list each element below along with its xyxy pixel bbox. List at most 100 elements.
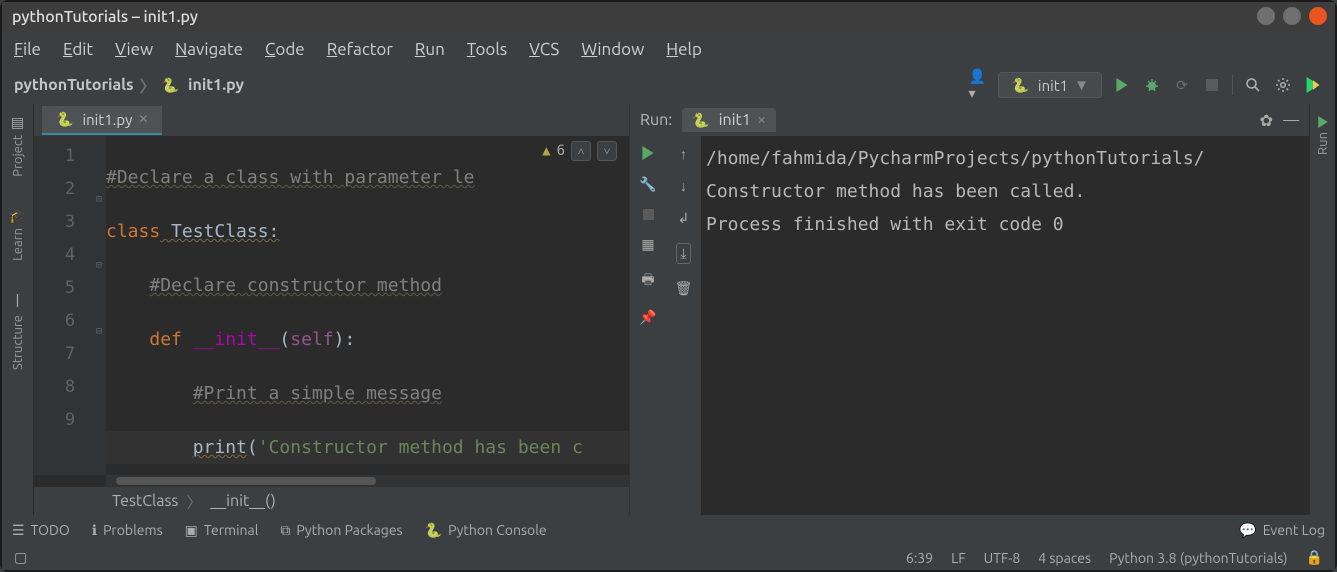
sidebar-item-structure[interactable]: ⼁ Structure	[11, 291, 25, 370]
list-icon: ☰	[12, 522, 25, 539]
menu-run[interactable]: Run	[415, 40, 445, 59]
sidebar-label-structure: Structure	[11, 315, 25, 370]
breadcrumb-file[interactable]: init1.py	[188, 76, 244, 94]
sidebar-item-learn[interactable]: 🎓 Learn	[9, 207, 26, 261]
breadcrumb: pythonTutorials 〉 🐍 init1.py	[14, 73, 244, 97]
run-sidebar-icon[interactable]	[1317, 116, 1329, 128]
tool-eventlog[interactable]: 💬Event Log	[1239, 522, 1325, 539]
soft-wrap-icon[interactable]: ↲	[678, 210, 690, 227]
console-line: Process finished with exit code 0	[706, 208, 1305, 241]
tool-console[interactable]: 🐍Python Console	[425, 522, 547, 539]
run-minimize-icon[interactable]: —	[1283, 111, 1299, 130]
run-header-label: Run:	[640, 111, 672, 129]
editor-tab-init1[interactable]: 🐍 init1.py ✕	[42, 106, 162, 135]
editor-hscroll[interactable]	[106, 475, 629, 487]
menu-edit[interactable]: Edit	[63, 40, 93, 59]
menu-file[interactable]: File	[14, 40, 41, 59]
menu-navigate[interactable]: Navigate	[175, 40, 243, 59]
lock-icon[interactable]: 🔒	[1306, 549, 1323, 566]
status-bar: ▢ 6:39 LF UTF-8 4 spaces Python 3.8 (pyt…	[2, 545, 1335, 570]
scroll-end-icon[interactable]: ⤓	[676, 243, 690, 264]
status-line-ending[interactable]: LF	[951, 550, 966, 566]
dropdown-icon: ▼	[1074, 76, 1089, 94]
pin-icon[interactable]: 📌	[639, 309, 656, 326]
stop-run-button[interactable]	[643, 209, 654, 220]
console-output[interactable]: /home/fahmida/PycharmProjects/pythonTuto…	[702, 136, 1309, 515]
status-indent[interactable]: 4 spaces	[1038, 550, 1091, 566]
run-tool-col-2: ↑ ↓ ↲ ⤓ 🗑	[666, 136, 702, 515]
menubar: File Edit View Navigate Code Refactor Ru…	[2, 32, 1335, 66]
left-sidebar: ▤ Project 🎓 Learn ⼁ Structure	[2, 104, 34, 515]
run-settings-icon[interactable]: ✿	[1260, 111, 1273, 130]
python-icon: 🐍	[1011, 77, 1028, 94]
close-tab-icon[interactable]: ✕	[138, 112, 148, 126]
tool-windows-icon[interactable]: ▢	[14, 549, 27, 566]
trash-icon[interactable]: 🗑	[675, 280, 693, 297]
stop-button[interactable]	[1202, 75, 1222, 95]
menu-vcs[interactable]: VCS	[529, 40, 559, 59]
crumb-class[interactable]: TestClass	[112, 492, 178, 510]
tool-packages[interactable]: ⧉Python Packages	[280, 522, 402, 539]
run-body: 🔧 ▦ 🖶 📌 ↑ ↓ ↲ ⤓ 🗑 /home/fahmida/PycharmP…	[630, 136, 1309, 515]
learn-icon: 🎓	[9, 207, 26, 224]
packages-icon: ⧉	[280, 522, 290, 539]
jetbrains-icon[interactable]	[1303, 75, 1323, 95]
menu-tools[interactable]: Tools	[467, 40, 507, 59]
run-config-label: init1	[1038, 77, 1068, 94]
menu-window[interactable]: Window	[581, 40, 644, 59]
crumb-fn[interactable]: __init__()	[210, 492, 275, 510]
print-icon[interactable]: 🖶	[641, 269, 654, 293]
wrench-icon[interactable]: 🔧	[639, 176, 656, 193]
editor-tabs: 🐍 init1.py ✕	[34, 104, 629, 136]
run-tab-label: init1	[719, 111, 751, 129]
toolbar-right: 👤▾ 🐍 init1 ▼ ⟳	[968, 72, 1323, 98]
menu-view[interactable]: View	[115, 40, 153, 59]
layout-icon[interactable]: ▦	[641, 236, 654, 253]
search-icon[interactable]	[1243, 75, 1263, 95]
rerun-button[interactable]	[641, 146, 655, 160]
bottom-toolbar: ☰TODO ℹProblems ▣Terminal ⧉Python Packag…	[2, 515, 1335, 545]
info-icon: ℹ	[92, 522, 97, 539]
user-icon[interactable]: 👤▾	[968, 75, 988, 95]
tool-terminal[interactable]: ▣Terminal	[185, 522, 259, 539]
sidebar-label-learn: Learn	[11, 228, 25, 261]
run-config-selector[interactable]: 🐍 init1 ▼	[998, 72, 1102, 98]
right-sidebar: Run	[1309, 104, 1335, 515]
run-with-coverage-button[interactable]: ⟳	[1172, 75, 1192, 95]
run-tab[interactable]: 🐍 init1 ✕	[682, 108, 776, 132]
warning-icon: ▲	[542, 143, 550, 159]
prev-problem-button[interactable]: ˄	[571, 141, 591, 161]
up-arrow-icon[interactable]: ↑	[680, 146, 687, 162]
debug-button[interactable]	[1142, 75, 1162, 95]
titlebar: pythonTutorials – init1.py	[2, 2, 1335, 32]
breadcrumb-project[interactable]: pythonTutorials	[14, 76, 134, 94]
run-button[interactable]	[1112, 75, 1132, 95]
next-problem-button[interactable]: ˅	[597, 141, 617, 161]
run-tool-col-1: 🔧 ▦ 🖶 📌	[630, 136, 666, 515]
code-editor[interactable]: 123456789 #Declare a class with paramete…	[34, 136, 629, 475]
structure-icon: ⼁	[11, 291, 25, 311]
minimize-button[interactable]	[1257, 7, 1275, 25]
tool-todo[interactable]: ☰TODO	[12, 522, 70, 539]
maximize-button[interactable]	[1283, 7, 1301, 25]
workspace: ▤ Project 🎓 Learn ⼁ Structure 🐍 init1.py…	[2, 104, 1335, 515]
tool-problems[interactable]: ℹProblems	[92, 522, 163, 539]
run-panel: Run: 🐍 init1 ✕ ✿ — 🔧 ▦ 🖶 📌 ↑ ↓	[629, 104, 1309, 515]
separator	[1232, 75, 1233, 95]
code-content[interactable]: #Declare a class with parameter le class…	[106, 136, 629, 475]
sidebar-item-project[interactable]: ▤ Project	[11, 114, 25, 177]
sidebar-label-run[interactable]: Run	[1316, 132, 1330, 155]
down-arrow-icon[interactable]: ↓	[680, 178, 687, 194]
close-run-tab-icon[interactable]: ✕	[757, 114, 766, 127]
python-file-icon: 🐍	[162, 77, 179, 94]
menu-refactor[interactable]: Refactor	[327, 40, 393, 59]
status-interpreter[interactable]: Python 3.8 (pythonTutorials)	[1109, 550, 1287, 566]
settings-icon[interactable]	[1273, 75, 1293, 95]
run-header: Run: 🐍 init1 ✕ ✿ —	[630, 104, 1309, 136]
menu-help[interactable]: Help	[666, 40, 702, 59]
status-encoding[interactable]: UTF-8	[984, 550, 1021, 566]
status-position[interactable]: 6:39	[906, 550, 933, 566]
editor-structure-crumb: TestClass 〉 __init__()	[34, 487, 629, 515]
close-button[interactable]	[1309, 7, 1327, 25]
menu-code[interactable]: Code	[265, 40, 305, 59]
